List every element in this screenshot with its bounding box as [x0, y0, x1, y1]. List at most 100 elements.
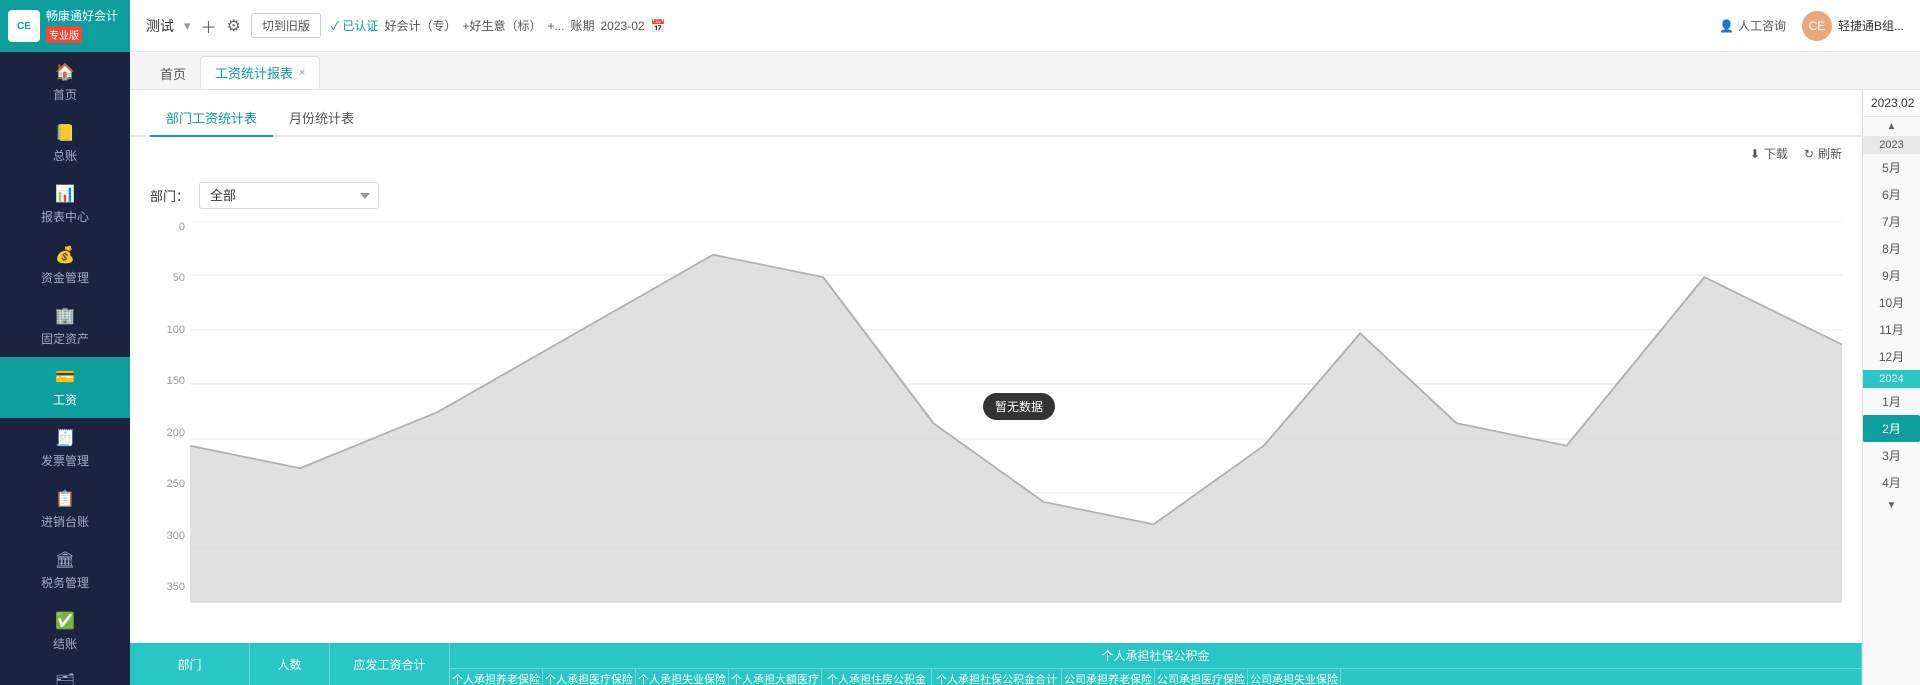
more-status: +...	[547, 19, 564, 33]
month-2023-05[interactable]: 5月	[1863, 154, 1920, 181]
chart-svg	[190, 221, 1842, 603]
month-2024-01[interactable]: 1月	[1863, 388, 1920, 415]
app-edition: 专业版	[46, 26, 82, 43]
sidebar-item-payroll[interactable]: 💳 工资	[0, 357, 130, 418]
sidebar-label-assets: 固定资产	[41, 330, 89, 347]
date-up-button[interactable]: ▲	[1863, 117, 1920, 136]
user-menu[interactable]: CE 轻捷通B组...	[1802, 11, 1904, 41]
chart-area	[190, 255, 1842, 602]
tab-payroll-report[interactable]: 工资统计报表 ×	[200, 56, 320, 89]
top-actions: ⬇ 下载 ↻ 刷新	[130, 137, 1862, 170]
closing-icon: ✅	[55, 611, 75, 631]
sidebar-item-ledger[interactable]: 📒 总账	[0, 113, 130, 174]
month-2023-09[interactable]: 9月	[1863, 262, 1920, 289]
help-button[interactable]: 👤 人工咨询	[1719, 17, 1786, 34]
col-personal-pension: 个人承担养老保险	[450, 669, 543, 685]
sub-tab-dept[interactable]: 部门工资统计表	[150, 100, 273, 137]
y-label-100: 100	[150, 324, 190, 336]
good-business-status: +好生意（标）	[462, 17, 541, 34]
main-area: 测试 ▾ ＋ ⚙ 切到旧版 ✓ 已认证 好会计（专） +好生意（标） +... …	[130, 0, 1920, 685]
dept-filter-select[interactable]: 全部	[199, 182, 379, 209]
month-2023-08[interactable]: 8月	[1863, 235, 1920, 262]
help-label: 人工咨询	[1738, 17, 1786, 34]
topbar-status: ✓ 已认证 好会计（专） +好生意（标） +... 账期 2023-02 📅	[331, 17, 666, 34]
y-axis: 350 300 250 200 150 100 50 0	[150, 221, 190, 603]
sidebar-item-home[interactable]: 🏠 首页	[0, 52, 130, 113]
funds-icon: 💰	[55, 245, 75, 265]
date-down-button[interactable]: ▼	[1863, 496, 1920, 515]
tax-icon: 🏛	[55, 550, 75, 570]
help-icon: 👤	[1719, 19, 1734, 33]
year-2023-label[interactable]: 2023	[1863, 136, 1920, 154]
topbar-title: 测试	[146, 16, 174, 36]
sidebar-label-ledger: 总账	[53, 147, 77, 164]
sidebar-item-archive[interactable]: 🗂 归档管理	[0, 662, 130, 685]
col-personal-medical: 个人承担医疗保险	[543, 669, 636, 685]
col-dept: 部门	[130, 643, 250, 685]
sidebar-label-reports: 报表中心	[41, 208, 89, 225]
calendar-icon[interactable]: 📅	[651, 19, 666, 33]
download-icon: ⬇	[1750, 147, 1760, 161]
month-2024-04[interactable]: 4月	[1863, 469, 1920, 496]
y-label-350: 350	[150, 581, 190, 593]
chart-container: 350 300 250 200 150 100 50 0	[150, 221, 1842, 633]
month-2023-12[interactable]: 12月	[1863, 343, 1920, 370]
group-personal-label: 个人承担社保公积金	[450, 643, 1861, 669]
download-label: 下载	[1764, 145, 1788, 162]
month-2024-02[interactable]: 2月	[1863, 415, 1920, 442]
chart-svg-area: 暂无数据	[190, 221, 1842, 603]
tab-close-icon[interactable]: ×	[299, 67, 305, 79]
sidebar-item-purchases[interactable]: 📋 进销台账	[0, 479, 130, 540]
switch-version-button[interactable]: 切到旧版	[251, 13, 321, 38]
month-2024-03[interactable]: 3月	[1863, 442, 1920, 469]
sidebar-item-invoices[interactable]: 🧾 发票管理	[0, 418, 130, 479]
tab-home[interactable]: 首页	[146, 58, 200, 89]
col-personal-unemployment: 个人承担失业保险	[636, 669, 729, 685]
topbar-gear-icon[interactable]: ⚙	[227, 16, 241, 36]
y-label-300: 300	[150, 530, 190, 542]
month-2023-10[interactable]: 10月	[1863, 289, 1920, 316]
logo-text-group: 畅康通好会计 专业版	[46, 9, 118, 44]
filter-bar: 部门： 全部	[130, 170, 1862, 221]
certified-status: ✓ 已认证	[331, 17, 379, 34]
sidebar-item-tax[interactable]: 🏛 税务管理	[0, 540, 130, 601]
dept-filter-label: 部门：	[150, 186, 189, 205]
invoices-icon: 🧾	[55, 428, 75, 448]
sidebar-item-assets[interactable]: 🏢 固定资产	[0, 296, 130, 357]
topbar-arrow-icon[interactable]: ▾	[184, 18, 191, 34]
refresh-button[interactable]: ↻ 刷新	[1804, 145, 1842, 162]
col-personal-total: 个人承担社保公积金合计	[932, 669, 1062, 685]
sidebar-item-closing[interactable]: ✅ 结账	[0, 601, 130, 662]
topbar-add-icon[interactable]: ＋	[201, 14, 217, 38]
sidebar-item-reports[interactable]: 📊 报表中心	[0, 174, 130, 235]
sidebar-label-closing: 结账	[53, 635, 77, 652]
sidebar-label-funds: 资金管理	[41, 269, 89, 286]
purchases-icon: 📋	[55, 489, 75, 509]
col-count: 人数	[250, 643, 330, 685]
sidebar-label-purchases: 进销台账	[41, 513, 89, 530]
sidebar-nav: 🏠 首页 📒 总账 📊 报表中心 💰 资金管理 🏢 固定资产 💳 工资 🧾 发票…	[0, 52, 130, 685]
col-company-pension: 公司承担养老保险	[1062, 669, 1155, 685]
topbar-right: 👤 人工咨询 CE 轻捷通B组...	[1719, 11, 1904, 41]
group-personal-sub: 个人承担养老保险 个人承担医疗保险 个人承担失业保险 个人承担大额医疗 个人承担…	[450, 669, 1861, 685]
sub-tab-monthly[interactable]: 月份统计表	[273, 100, 370, 137]
y-label-50: 50	[150, 272, 190, 284]
download-button[interactable]: ⬇ 下载	[1750, 145, 1788, 162]
month-2023-06[interactable]: 6月	[1863, 181, 1920, 208]
month-2023-07[interactable]: 7月	[1863, 208, 1920, 235]
good-accounting-status: 好会计（专）	[384, 17, 456, 34]
date-sidebar: 2023.02 ▲ 2023 5月 6月 7月 8月 9月 10月 11月 12…	[1862, 90, 1920, 685]
month-2023-11[interactable]: 11月	[1863, 316, 1920, 343]
app-name: 畅康通好会计	[46, 9, 118, 25]
archive-icon: 🗂	[55, 672, 75, 685]
chart-wrapper: 350 300 250 200 150 100 50 0	[130, 221, 1862, 643]
table-footer: 部门 人数 应发工资合计 个人承担社保公积金 个人承担养老保险 个人承担医疗保险…	[130, 643, 1862, 685]
tab-bar: 首页 工资统计报表 ×	[130, 52, 1920, 90]
sidebar-item-funds[interactable]: 💰 资金管理	[0, 235, 130, 296]
assets-icon: 🏢	[55, 306, 75, 326]
period-value: 2023-02	[601, 19, 645, 33]
year-2024-label[interactable]: 2024	[1863, 370, 1920, 388]
sidebar-label-tax: 税务管理	[41, 574, 89, 591]
app-logo: CE 畅康通好会计 专业版	[0, 0, 130, 52]
logo-icon: CE	[8, 10, 40, 42]
